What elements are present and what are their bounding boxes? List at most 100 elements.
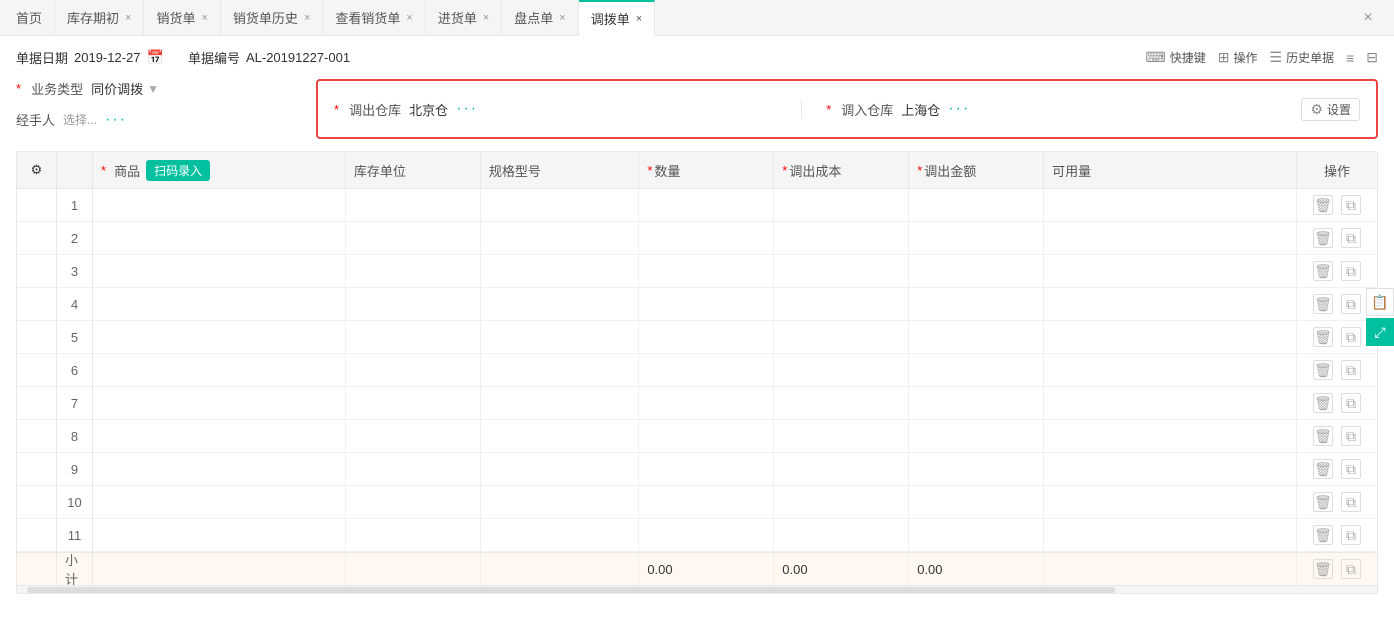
row-qty-cell[interactable]: [639, 288, 774, 320]
tab-view-sales-close[interactable]: ×: [406, 12, 412, 24]
tab-purchase-order-close[interactable]: ×: [483, 12, 489, 24]
row-delete-icon[interactable]: 🗑: [1313, 492, 1333, 512]
subtotal-delete-icon[interactable]: 🗑: [1313, 559, 1333, 579]
row-avail-cell[interactable]: [1044, 255, 1297, 287]
row-product-cell[interactable]: [93, 387, 346, 419]
row-copy-icon[interactable]: ⧉: [1341, 228, 1361, 248]
row-amount-cell[interactable]: [909, 387, 1044, 419]
row-spec-cell[interactable]: [481, 486, 640, 518]
tab-home[interactable]: 首页: [4, 0, 55, 36]
row-delete-icon[interactable]: 🗑: [1313, 393, 1333, 413]
row-qty-cell[interactable]: [639, 354, 774, 386]
row-qty-cell[interactable]: [639, 321, 774, 353]
row-spec-cell[interactable]: [481, 321, 640, 353]
row-product-cell[interactable]: [93, 288, 346, 320]
tab-sales-history[interactable]: 销货单历史 ×: [221, 0, 323, 36]
tab-inventory-count[interactable]: 盘点单 ×: [502, 0, 578, 36]
row-cost-cell[interactable]: [774, 222, 909, 254]
row-unit-cell[interactable]: [346, 453, 481, 485]
row-unit-cell[interactable]: [346, 486, 481, 518]
row-unit-cell[interactable]: [346, 288, 481, 320]
row-copy-icon[interactable]: ⧉: [1341, 327, 1361, 347]
tab-sales-order-close[interactable]: ×: [201, 12, 207, 24]
row-qty-cell[interactable]: [639, 453, 774, 485]
row-amount-cell[interactable]: [909, 420, 1044, 452]
row-spec-cell[interactable]: [481, 354, 640, 386]
row-cost-cell[interactable]: [774, 255, 909, 287]
row-cost-cell[interactable]: [774, 486, 909, 518]
row-cost-cell[interactable]: [774, 321, 909, 353]
operations-button[interactable]: ⊞ 操作: [1218, 49, 1258, 66]
row-product-cell[interactable]: [93, 519, 346, 551]
row-amount-cell[interactable]: [909, 288, 1044, 320]
row-copy-icon[interactable]: ⧉: [1341, 459, 1361, 479]
row-cost-cell[interactable]: [774, 420, 909, 452]
row-copy-icon[interactable]: ⧉: [1341, 261, 1361, 281]
settings-button[interactable]: ⚙ 设置: [1301, 98, 1360, 121]
row-delete-icon[interactable]: 🗑: [1313, 294, 1333, 314]
row-amount-cell[interactable]: [909, 189, 1044, 221]
row-unit-cell[interactable]: [346, 222, 481, 254]
row-avail-cell[interactable]: [1044, 288, 1297, 320]
row-unit-cell[interactable]: [346, 354, 481, 386]
row-spec-cell[interactable]: [481, 420, 640, 452]
row-amount-cell[interactable]: [909, 255, 1044, 287]
row-copy-icon[interactable]: ⧉: [1341, 393, 1361, 413]
row-delete-icon[interactable]: 🗑: [1313, 261, 1333, 281]
row-copy-icon[interactable]: ⧉: [1341, 492, 1361, 512]
row-avail-cell[interactable]: [1044, 420, 1297, 452]
row-spec-cell[interactable]: [481, 288, 640, 320]
row-avail-cell[interactable]: [1044, 321, 1297, 353]
row-spec-cell[interactable]: [481, 453, 640, 485]
row-amount-cell[interactable]: [909, 486, 1044, 518]
window-close-button[interactable]: ×: [1354, 4, 1382, 32]
row-delete-icon[interactable]: 🗑: [1313, 426, 1333, 446]
row-copy-icon[interactable]: ⧉: [1341, 294, 1361, 314]
business-type-select[interactable]: 同价调拨 ▼: [91, 79, 251, 98]
row-unit-cell[interactable]: [346, 420, 481, 452]
layout2-button[interactable]: ⊟: [1366, 49, 1378, 66]
row-delete-icon[interactable]: 🗑: [1313, 525, 1333, 545]
row-qty-cell[interactable]: [639, 519, 774, 551]
row-cost-cell[interactable]: [774, 519, 909, 551]
row-avail-cell[interactable]: [1044, 486, 1297, 518]
row-avail-cell[interactable]: [1044, 354, 1297, 386]
handler-select[interactable]: 选择...: [63, 111, 97, 128]
row-delete-icon[interactable]: 🗑: [1313, 195, 1333, 215]
row-avail-cell[interactable]: [1044, 387, 1297, 419]
history-button[interactable]: ☰ 历史单据: [1270, 49, 1335, 66]
row-delete-icon[interactable]: 🗑: [1313, 459, 1333, 479]
float-expand-button[interactable]: ⤢: [1366, 318, 1394, 346]
row-amount-cell[interactable]: [909, 453, 1044, 485]
row-unit-cell[interactable]: [346, 387, 481, 419]
row-amount-cell[interactable]: [909, 321, 1044, 353]
row-spec-cell[interactable]: [481, 255, 640, 287]
row-copy-icon[interactable]: ⧉: [1341, 426, 1361, 446]
tab-transfer-order-close[interactable]: ×: [636, 13, 642, 25]
row-cost-cell[interactable]: [774, 387, 909, 419]
row-spec-cell[interactable]: [481, 189, 640, 221]
subtotal-copy-icon[interactable]: ⧉: [1341, 559, 1361, 579]
tab-view-sales[interactable]: 查看销货单 ×: [323, 0, 425, 36]
layout1-button[interactable]: ≡: [1346, 50, 1354, 66]
row-spec-cell[interactable]: [481, 519, 640, 551]
row-qty-cell[interactable]: [639, 255, 774, 287]
row-avail-cell[interactable]: [1044, 519, 1297, 551]
tab-inventory-init[interactable]: 库存期初 ×: [55, 0, 144, 36]
handler-more-icon[interactable]: ···: [105, 111, 127, 129]
row-copy-icon[interactable]: ⧉: [1341, 360, 1361, 380]
row-delete-icon[interactable]: 🗑: [1313, 327, 1333, 347]
row-product-cell[interactable]: [93, 321, 346, 353]
row-delete-icon[interactable]: 🗑: [1313, 228, 1333, 248]
row-delete-icon[interactable]: 🗑: [1313, 360, 1333, 380]
row-amount-cell[interactable]: [909, 354, 1044, 386]
row-avail-cell[interactable]: [1044, 222, 1297, 254]
tab-inventory-init-close[interactable]: ×: [125, 12, 131, 24]
row-amount-cell[interactable]: [909, 519, 1044, 551]
row-avail-cell[interactable]: [1044, 189, 1297, 221]
row-product-cell[interactable]: [93, 420, 346, 452]
row-unit-cell[interactable]: [346, 255, 481, 287]
scrollbar-thumb[interactable]: [27, 587, 1115, 593]
float-note-button[interactable]: 📋: [1366, 288, 1394, 316]
row-spec-cell[interactable]: [481, 222, 640, 254]
